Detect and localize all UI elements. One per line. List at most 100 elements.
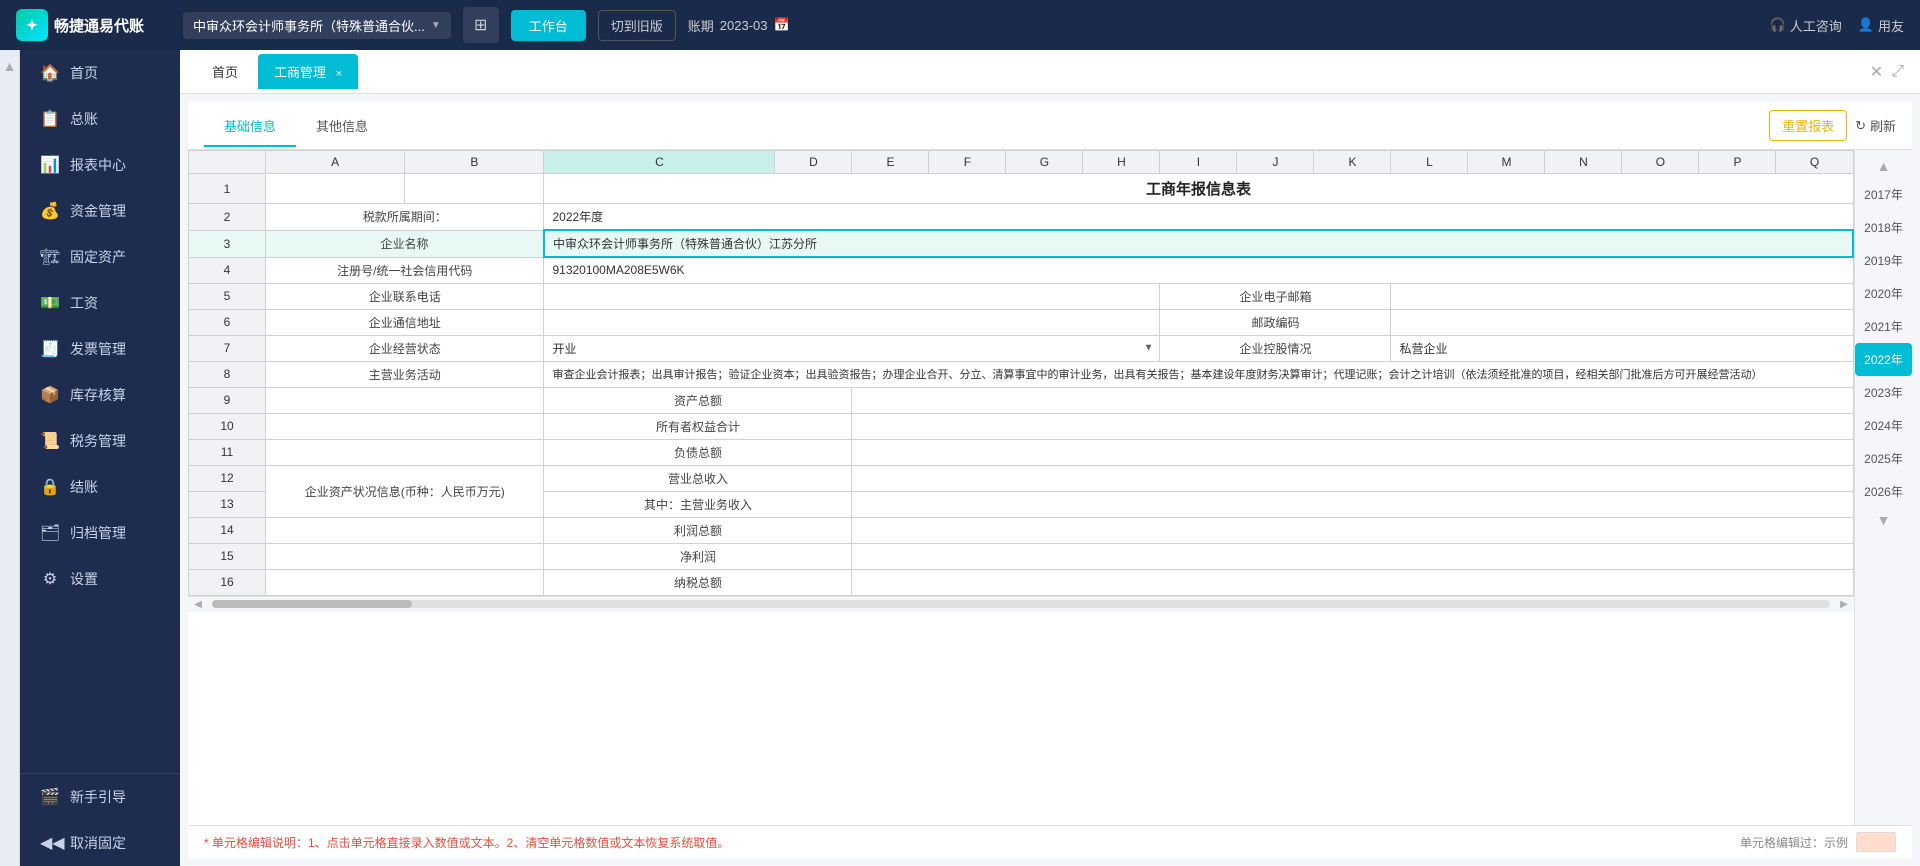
fund-icon: 💰: [40, 201, 60, 221]
sidebar-scroll[interactable]: ▲: [0, 50, 20, 866]
col-header-c[interactable]: C: [544, 151, 775, 174]
col-header-j[interactable]: J: [1237, 151, 1314, 174]
year-panel-up[interactable]: ▲: [1855, 154, 1912, 178]
col-header-q[interactable]: Q: [1776, 151, 1853, 174]
sidebar-item-salary[interactable]: 💵 工资: [20, 280, 180, 326]
col-header-p[interactable]: P: [1699, 151, 1776, 174]
sidebar-item-home[interactable]: 🏠 首页: [20, 50, 180, 96]
col-header-h[interactable]: H: [1083, 151, 1160, 174]
sub-tab-other[interactable]: 其他信息: [296, 106, 388, 147]
year-item-2020[interactable]: 2020年: [1855, 277, 1912, 310]
year-item-2025[interactable]: 2025年: [1855, 442, 1912, 475]
sidebar-item-archive[interactable]: 🗂 归档管理: [20, 510, 180, 556]
col-header-d[interactable]: D: [775, 151, 852, 174]
cell-9-label: 资产总额: [544, 387, 852, 413]
sheet-container[interactable]: A B C D E F G H I J K L: [188, 150, 1854, 825]
sidebar-item-report[interactable]: 📊 报表中心: [20, 142, 180, 188]
cell-2-value[interactable]: 2022年度: [544, 204, 1853, 231]
cell-3-value[interactable]: 中审众环会计师事务所（特殊普通合伙）江苏分所: [544, 230, 1853, 257]
cell-10-a: [266, 413, 544, 439]
cell-14-value[interactable]: [852, 517, 1853, 543]
reset-button[interactable]: 重置报表: [1769, 110, 1847, 141]
h-scroll-thumb[interactable]: [212, 600, 412, 608]
cell-title[interactable]: 工商年报信息表: [544, 174, 1853, 204]
col-header-i[interactable]: I: [1160, 151, 1237, 174]
col-header-a[interactable]: A: [266, 151, 405, 174]
sidebar-item-inventory[interactable]: 📦 库存核算: [20, 372, 180, 418]
cell-7-control[interactable]: 私营企业: [1391, 335, 1853, 361]
tab-home[interactable]: 首页: [196, 54, 254, 89]
sidebar-label-home: 首页: [70, 63, 98, 83]
cell-16-value[interactable]: [852, 569, 1853, 595]
calendar-icon[interactable]: 📅: [774, 17, 790, 33]
tab-close-icon[interactable]: ×: [336, 68, 342, 80]
table-row: 15 净利润: [189, 543, 1854, 569]
col-header-k[interactable]: K: [1314, 151, 1391, 174]
cell-6-zip[interactable]: [1391, 309, 1853, 335]
year-item-2017[interactable]: 2017年: [1855, 178, 1912, 211]
window-close-icon[interactable]: ✕: [1870, 62, 1883, 82]
sidebar-up-icon[interactable]: ▲: [3, 58, 17, 74]
col-header-g[interactable]: G: [1006, 151, 1083, 174]
sidebar-item-close[interactable]: 🔒 结账: [20, 464, 180, 510]
cell-4-value[interactable]: 91320100MA208E5W6K: [544, 257, 1853, 283]
cell-10-value[interactable]: [852, 413, 1853, 439]
sidebar-item-ledger[interactable]: 📋 总账: [20, 96, 180, 142]
sidebar-item-tax[interactable]: 📜 税务管理: [20, 418, 180, 464]
sidebar-item-unpin[interactable]: ◀◀ 取消固定: [20, 820, 180, 866]
sidebar-item-invoice[interactable]: 🧾 发票管理: [20, 326, 180, 372]
col-header-b[interactable]: B: [405, 151, 544, 174]
sidebar-item-guide[interactable]: 🎬 新手引导: [20, 774, 180, 820]
user-button[interactable]: 👤 用友: [1858, 16, 1904, 35]
cell-15-value[interactable]: [852, 543, 1853, 569]
guide-icon: 🎬: [40, 787, 60, 807]
col-header-n[interactable]: N: [1545, 151, 1622, 174]
row-num-4: 4: [189, 257, 266, 283]
h-scroll-track[interactable]: [212, 600, 1830, 608]
cell-1b[interactable]: [405, 174, 544, 204]
cell-1a[interactable]: [266, 174, 405, 204]
year-up-button[interactable]: ▲: [1877, 158, 1891, 174]
year-item-2021[interactable]: 2021年: [1855, 310, 1912, 343]
year-item-2018[interactable]: 2018年: [1855, 211, 1912, 244]
year-item-2024[interactable]: 2024年: [1855, 409, 1912, 442]
year-item-2022[interactable]: 2022年: [1855, 343, 1912, 376]
cell-13-value[interactable]: [852, 491, 1853, 517]
content-area: 首页 工商管理 × ✕ ⤢ 基础信息 其他信息: [180, 50, 1920, 866]
workbench-button[interactable]: 工作台: [511, 10, 586, 41]
col-header-l[interactable]: L: [1391, 151, 1468, 174]
cell-8-value[interactable]: 审查企业会计报表；出具审计报告；验证企业资本；出具验资报告；办理企业合开、分立、…: [544, 361, 1853, 387]
refresh-button[interactable]: ↻ 刷新: [1855, 116, 1896, 135]
tab-commerce[interactable]: 工商管理 ×: [258, 54, 358, 89]
horizontal-scrollbar[interactable]: ◀ ▶: [188, 596, 1854, 612]
col-header-m[interactable]: M: [1468, 151, 1545, 174]
h-scroll-left-btn[interactable]: ◀: [188, 599, 208, 610]
old-version-button[interactable]: 切到旧版: [598, 10, 676, 41]
sub-tab-other-label: 其他信息: [316, 119, 368, 134]
cell-12-value[interactable]: [852, 465, 1853, 491]
consult-button[interactable]: 🎧 人工咨询: [1770, 16, 1842, 35]
cell-7-status[interactable]: 开业: [544, 335, 1160, 361]
cell-5-phone[interactable]: [544, 283, 1160, 309]
year-item-2019[interactable]: 2019年: [1855, 244, 1912, 277]
col-header-e[interactable]: E: [852, 151, 929, 174]
year-panel-down[interactable]: ▼: [1855, 508, 1912, 532]
cell-9-value[interactable]: [852, 387, 1853, 413]
company-selector[interactable]: 中审众环会计师事务所（特殊普通合伙... ▼: [183, 12, 451, 39]
col-header-f[interactable]: F: [929, 151, 1006, 174]
sidebar-item-asset[interactable]: 🏗 固定资产: [20, 234, 180, 280]
sub-tab-basic[interactable]: 基础信息: [204, 106, 296, 147]
col-header-o[interactable]: O: [1622, 151, 1699, 174]
year-item-2026[interactable]: 2026年: [1855, 475, 1912, 508]
year-down-button[interactable]: ▼: [1877, 512, 1891, 528]
company-settings-icon[interactable]: ⊞: [463, 7, 499, 43]
row-num-14: 14: [189, 517, 266, 543]
cell-6-addr[interactable]: [544, 309, 1160, 335]
sidebar-item-fund[interactable]: 💰 资金管理: [20, 188, 180, 234]
sidebar-item-settings[interactable]: ⚙ 设置: [20, 556, 180, 602]
cell-11-value[interactable]: [852, 439, 1853, 465]
h-scroll-right-btn[interactable]: ▶: [1834, 599, 1854, 610]
year-item-2023[interactable]: 2023年: [1855, 376, 1912, 409]
window-expand-icon[interactable]: ⤢: [1891, 63, 1904, 81]
cell-5-email[interactable]: [1391, 283, 1853, 309]
